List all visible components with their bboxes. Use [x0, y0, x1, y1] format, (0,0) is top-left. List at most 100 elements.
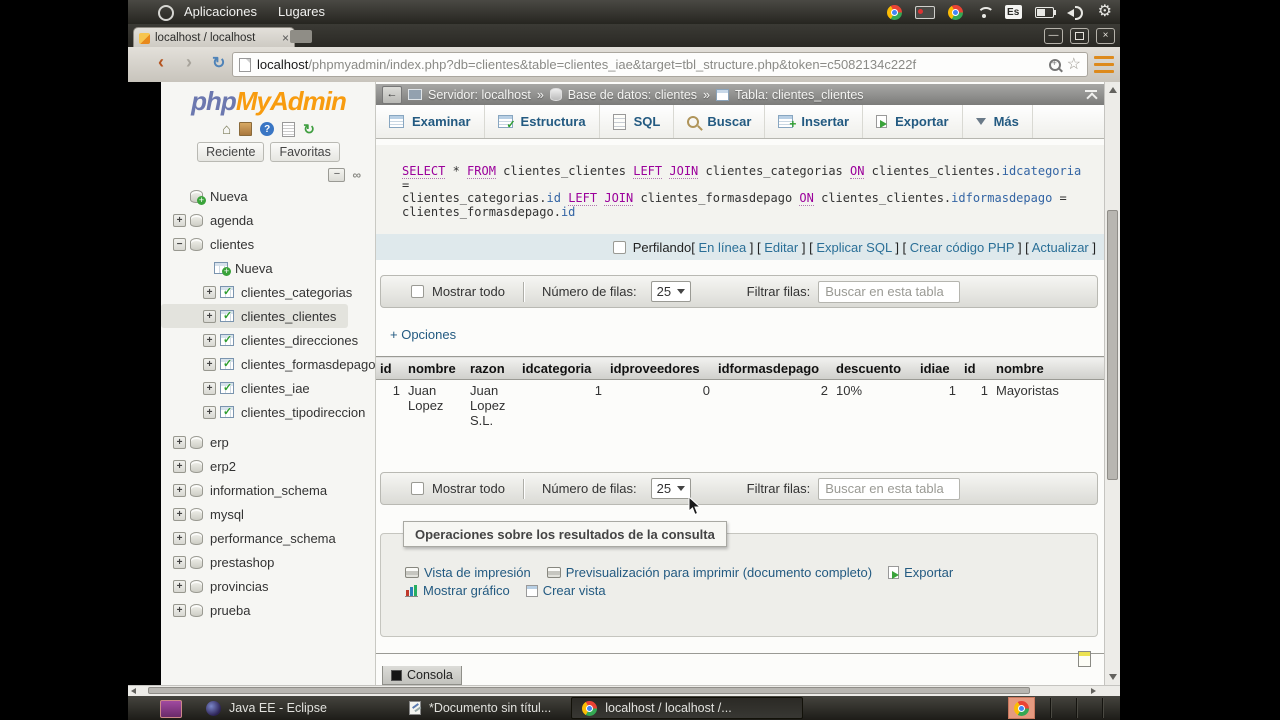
tree-item-performance_schema[interactable]: + performance_schema [161, 526, 348, 550]
vertical-scrollbar[interactable] [1104, 82, 1120, 685]
tree-item-prestashop[interactable]: + prestashop [161, 550, 286, 574]
tab-buscar[interactable]: Buscar [674, 105, 766, 138]
column-header[interactable]: razon [466, 356, 518, 380]
filter-input[interactable] [818, 477, 961, 500]
chrome-notification[interactable] [1008, 697, 1035, 719]
column-header[interactable]: idiae [916, 356, 960, 380]
tree-item-Nueva[interactable]: Nueva [161, 184, 260, 208]
scroll-right-icon[interactable] [1091, 688, 1096, 694]
tree-toggle-icon[interactable]: + [203, 381, 216, 395]
chrome-icon[interactable] [886, 4, 902, 20]
profiling-link[interactable]: En línea [698, 240, 746, 255]
logout-icon[interactable] [239, 122, 253, 136]
menu-aplicaciones[interactable]: Aplicaciones [184, 4, 257, 19]
home-icon[interactable]: ⌂ [222, 122, 231, 137]
tree-item-erp[interactable]: + erp [161, 430, 241, 454]
collapse-top-icon[interactable] [1084, 89, 1098, 100]
profiling-link[interactable]: Actualizar [1032, 240, 1089, 255]
new-window-icon[interactable] [1078, 651, 1091, 667]
tab-estructura[interactable]: Estructura [485, 105, 600, 138]
tree-item-agenda[interactable]: + agenda [161, 208, 265, 232]
collapse-all-button[interactable]: − [328, 168, 346, 182]
tab-mas[interactable]: Más [963, 105, 1033, 138]
tree-item-clientes_categorias[interactable]: +clientes_categorias [161, 280, 364, 304]
tree-item-provincias[interactable]: + provincias [161, 574, 281, 598]
tree-toggle-icon[interactable]: + [173, 435, 186, 449]
reload-button[interactable]: ↻ [212, 53, 225, 73]
background-tab-stub[interactable] [290, 30, 312, 43]
show-all-checkbox[interactable] [411, 285, 424, 298]
refresh-icon[interactable]: ↻ [303, 122, 315, 136]
tree-toggle-icon[interactable]: + [203, 405, 216, 419]
menu-hamburger-icon[interactable] [1094, 56, 1114, 73]
breadcrumb-table[interactable]: Tabla: clientes_clientes [735, 88, 864, 102]
taskbar-item[interactable]: *Documento sin títul... [399, 697, 561, 719]
screen-recorder-icon[interactable] [914, 5, 935, 19]
breadcrumb-database[interactable]: Base de datos: clientes [568, 88, 697, 102]
tree-toggle-icon[interactable]: + [203, 309, 216, 323]
rows-count-select[interactable]: 25 [650, 281, 691, 302]
taskbar-item[interactable]: Java EE - Eclipse [196, 697, 337, 719]
help-icon[interactable]: ? [260, 122, 275, 136]
column-header[interactable]: descuento [832, 356, 916, 380]
console-toggle[interactable]: Consola [382, 666, 462, 685]
column-header[interactable]: nombre [992, 356, 1104, 380]
tree-toggle-icon[interactable]: + [173, 507, 186, 521]
tree-toggle-icon[interactable]: + [173, 459, 186, 473]
profiling-checkbox[interactable] [612, 240, 626, 254]
chrome-icon[interactable] [947, 4, 963, 20]
breadcrumb-server[interactable]: Servidor: localhost [428, 88, 531, 102]
forward-button[interactable]: › [186, 52, 192, 73]
maximize-button[interactable] [1070, 28, 1089, 44]
tree-toggle-icon[interactable]: + [173, 603, 186, 617]
tree-item-clientes_formasdepago[interactable]: +clientes_formasdepago [161, 352, 387, 376]
workspace-switcher-icon[interactable] [160, 700, 182, 718]
gear-icon[interactable]: ⚙ [1098, 4, 1112, 20]
tab-insertar[interactable]: Insertar [765, 105, 864, 138]
filter-input[interactable] [818, 280, 961, 303]
url-text[interactable]: localhost/phpmyadmin/index.php?db=client… [257, 57, 1043, 72]
keyboard-layout-indicator[interactable]: Es [1004, 5, 1022, 19]
volume-icon[interactable] [1066, 5, 1085, 20]
url-bar[interactable]: localhost/phpmyadmin/index.php?db=client… [232, 52, 1088, 77]
column-header[interactable]: id [376, 356, 404, 380]
minimize-button[interactable]: — [1044, 28, 1063, 44]
distributor-logo-icon[interactable] [158, 5, 174, 21]
profiling-link[interactable]: Explicar SQL [816, 240, 891, 255]
taskbar-item[interactable]: localhost / localhost /... [571, 697, 804, 719]
tree-item-clientes_tipodireccion[interactable]: +clientes_tipodireccion [161, 400, 377, 424]
docs-icon[interactable] [282, 121, 296, 137]
sql-query-text[interactable]: SELECT * FROM clientes_clientes LEFT JOI… [376, 145, 1104, 219]
close-button[interactable]: × [1096, 28, 1115, 44]
operation-link[interactable]: Vista de impresión [405, 565, 531, 580]
tree-toggle-icon[interactable]: − [173, 237, 186, 251]
scroll-down-icon[interactable] [1109, 674, 1117, 680]
zoom-icon[interactable] [1048, 58, 1061, 71]
operation-link[interactable]: Mostrar gráfico [405, 583, 510, 598]
bookmark-star-icon[interactable]: ☆ [1067, 56, 1081, 73]
menu-lugares[interactable]: Lugares [278, 4, 325, 19]
vertical-scrollbar-thumb[interactable] [1107, 210, 1118, 480]
tree-toggle-icon[interactable]: + [203, 285, 216, 299]
scroll-up-icon[interactable] [1109, 87, 1117, 93]
operation-link[interactable]: Previsualización para imprimir (document… [546, 565, 872, 580]
column-header[interactable]: idcategoria [518, 356, 606, 380]
horizontal-scrollbar-thumb[interactable] [148, 687, 1030, 694]
tree-toggle-icon[interactable]: + [173, 213, 186, 227]
tree-toggle-icon[interactable]: + [173, 579, 186, 593]
scroll-left-icon[interactable] [131, 688, 136, 694]
tree-item-clientes_direcciones[interactable]: +clientes_direcciones [161, 328, 370, 352]
tree-item-information_schema[interactable]: + information_schema [161, 478, 339, 502]
tab-sql[interactable]: SQL [600, 105, 675, 138]
operation-link[interactable]: Crear vista [525, 583, 606, 598]
tree-item-mysql[interactable]: + mysql [161, 502, 256, 526]
battery-icon[interactable] [1034, 6, 1056, 18]
recent-button[interactable]: Reciente [197, 142, 265, 162]
show-all-checkbox[interactable] [411, 482, 424, 495]
breadcrumb-back-button[interactable]: ← [382, 85, 402, 104]
profiling-link[interactable]: Editar [764, 240, 798, 255]
operation-link[interactable]: Exportar [888, 565, 953, 580]
column-header[interactable]: id [960, 356, 992, 380]
tree-toggle-icon[interactable]: + [173, 483, 186, 497]
wifi-icon[interactable] [976, 7, 992, 18]
